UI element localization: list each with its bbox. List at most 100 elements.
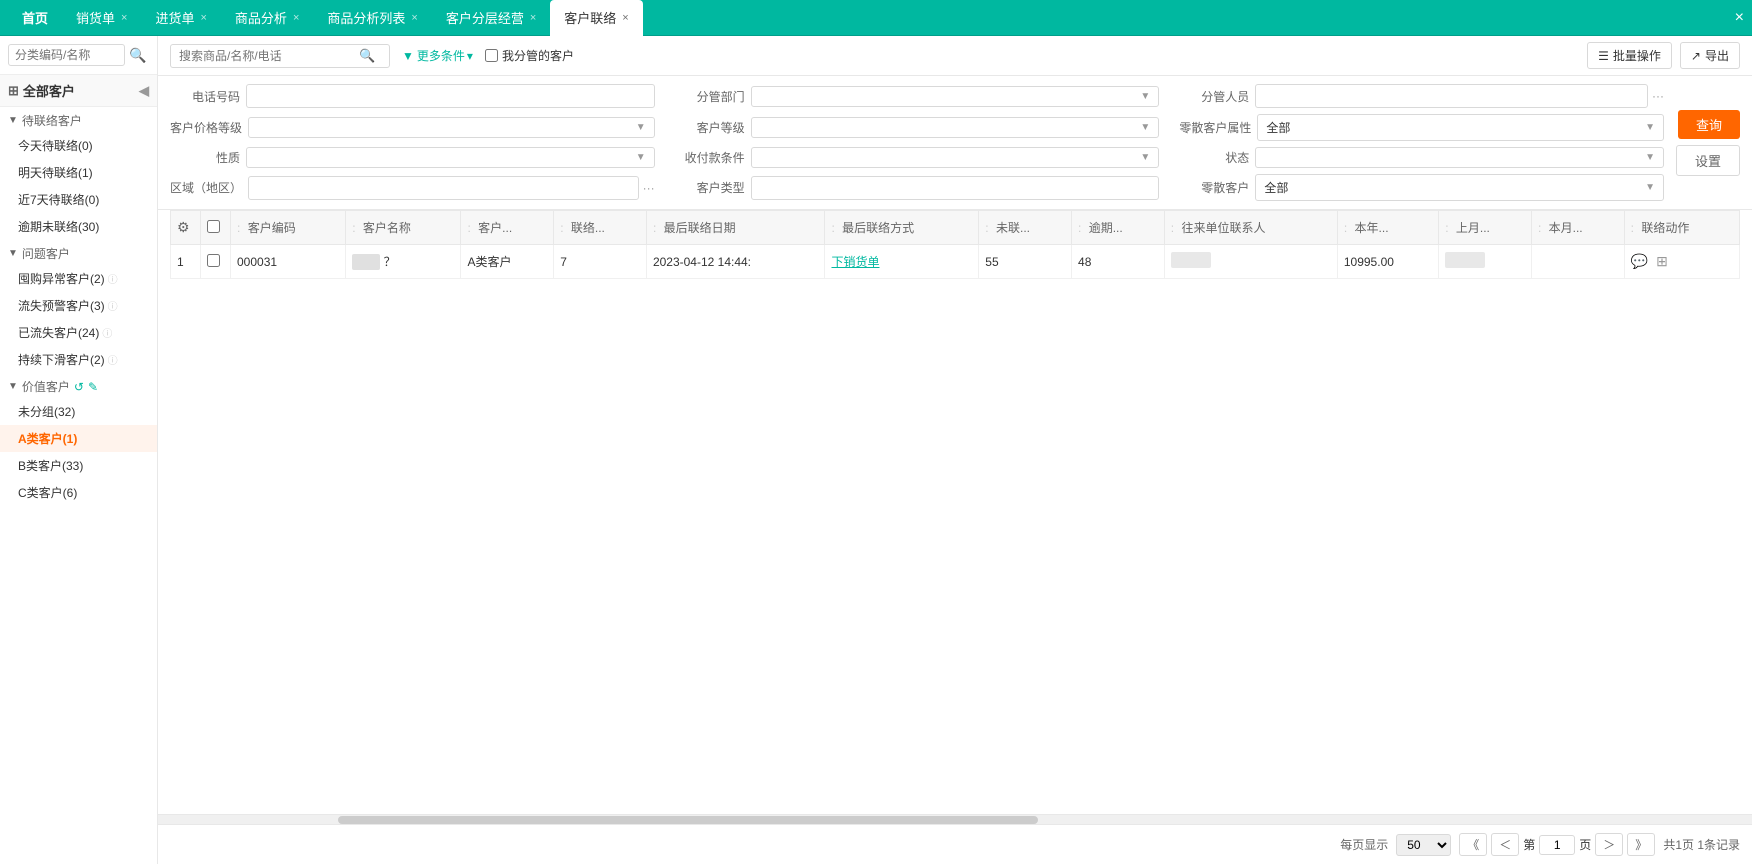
chat-icon[interactable]: 💬 (1631, 253, 1648, 270)
prev-page-button[interactable]: ＜ (1491, 833, 1519, 856)
sidebar-item-abnormal[interactable]: 囤购异常客户(2) ⓘ (0, 265, 157, 292)
my-customer-check[interactable] (485, 49, 498, 62)
manager-label: 分管人员 (1179, 88, 1249, 105)
export-button[interactable]: ↗ 导出 (1680, 42, 1740, 69)
next-page-button[interactable]: ＞ (1595, 833, 1623, 856)
info-icon: ⓘ (108, 352, 118, 367)
cell-index: 1 (171, 245, 201, 279)
tab-customer-segment[interactable]: 客户分层经营 × (432, 0, 550, 36)
arrow-icon: ▼ (8, 248, 18, 259)
tab-product-analysis-list[interactable]: 商品分析列表 × (313, 0, 431, 36)
page-unit: 页 (1579, 836, 1591, 853)
info-icon: ⓘ (108, 271, 118, 286)
sidebar-item-unclassified[interactable]: 未分组(32) (0, 398, 157, 425)
arrow-icon: ▼ (8, 115, 18, 126)
dots-icon[interactable]: ··· (1652, 89, 1664, 103)
refresh-icon[interactable]: ↺ (74, 380, 84, 394)
price-grade-label: 客户价格等级 (170, 119, 242, 136)
sidebar-item-churned[interactable]: 已流失客户(24) ⓘ (0, 319, 157, 346)
tab-home[interactable]: 首页 (8, 0, 62, 36)
sidebar-item-overdue[interactable]: 逾期未联络(30) (0, 213, 157, 240)
search-input[interactable] (179, 49, 359, 63)
filter-rows-wrap: 电话号码 分管部门 ▼ 分管人员 (170, 84, 1740, 201)
more-filter-button[interactable]: ▼ 更多条件 ▾ (402, 47, 473, 64)
chevron-down-icon: ▼ (636, 122, 646, 133)
payment-select[interactable]: ▼ (751, 147, 1160, 168)
col-last-way: : 最后联络方式 (825, 211, 979, 245)
sidebar-item-7days[interactable]: 近7天待联络(0) (0, 186, 157, 213)
field-dept: 分管部门 ▼ (675, 86, 1160, 107)
scrollbar-thumb[interactable] (338, 816, 1038, 824)
status-select[interactable]: ▼ (1255, 147, 1664, 168)
close-icon[interactable]: × (293, 12, 299, 24)
sidebar-search-input[interactable] (8, 44, 125, 66)
scattered-customer-select[interactable]: 全部 ▼ (1255, 174, 1664, 201)
set-button[interactable]: 设置 (1676, 145, 1740, 176)
tab-product-analysis[interactable]: 商品分析 × (221, 0, 313, 36)
close-icon[interactable]: × (530, 12, 536, 24)
close-icon[interactable]: × (200, 12, 206, 24)
col-check (201, 211, 231, 245)
close-window-button[interactable]: × (1735, 9, 1744, 27)
cell-code: 000031 (231, 245, 346, 279)
region-input[interactable] (248, 176, 639, 200)
chevron-down-icon: ▼ (1645, 152, 1655, 163)
close-icon[interactable]: × (121, 12, 127, 24)
customer-grade-select[interactable]: ▼ (751, 117, 1160, 138)
row-checkbox[interactable] (207, 254, 220, 267)
main-layout: 🔍 ⊞ 全部客户 ◀ ▼ 待联络客户 今天待联络(0) 明天待联络(1) 近7天… (0, 36, 1752, 864)
sidebar-item-declining[interactable]: 持续下滑客户(2) ⓘ (0, 346, 157, 373)
customer-type-input[interactable] (751, 176, 1160, 200)
gear-icon[interactable]: ⚙ (177, 219, 190, 235)
sidebar-item-b-class[interactable]: B类客户(33) (0, 452, 157, 479)
field-phone: 电话号码 (170, 84, 655, 108)
select-all-checkbox[interactable] (207, 220, 220, 233)
chevron-down-icon: ▼ (636, 152, 646, 163)
edit-icon[interactable]: ✎ (88, 380, 98, 394)
last-page-button[interactable]: 》 (1627, 833, 1655, 856)
close-icon[interactable]: × (411, 12, 417, 24)
sidebar-group-value[interactable]: ▼ 价值客户 ↺ ✎ (0, 373, 157, 398)
dots-icon[interactable]: ··· (643, 181, 655, 195)
sidebar: 🔍 ⊞ 全部客户 ◀ ▼ 待联络客户 今天待联络(0) 明天待联络(1) 近7天… (0, 36, 158, 864)
sidebar-item-today[interactable]: 今天待联络(0) (0, 132, 157, 159)
last-way-link[interactable]: 下销货单 (831, 255, 879, 269)
sidebar-group-problem[interactable]: ▼ 问题客户 (0, 240, 157, 265)
qr-icon[interactable]: ⊞ (1656, 253, 1668, 270)
page-navigation: 《 ＜ 第 页 ＞ 》 (1459, 833, 1655, 856)
sidebar-group-pending[interactable]: ▼ 待联络客户 (0, 107, 157, 132)
customer-table: ⚙ : 客户编码 : 客户名称 (170, 210, 1740, 279)
collapse-icon[interactable]: ◀ (139, 83, 149, 99)
page-size-select[interactable]: 50 20 100 (1396, 834, 1451, 856)
query-button[interactable]: 查询 (1678, 110, 1740, 139)
batch-operation-button[interactable]: ☰ 批量操作 (1587, 42, 1672, 69)
sidebar-search-icon[interactable]: 🔍 (129, 47, 146, 64)
sidebar-item-churn-warning[interactable]: 流失预警客户(3) ⓘ (0, 292, 157, 319)
payment-label: 收付款条件 (675, 149, 745, 166)
sidebar-item-tomorrow[interactable]: 明天待联络(1) (0, 159, 157, 186)
region-label: 区域（地区） (170, 179, 242, 196)
chevron-down-icon: ▼ (1140, 91, 1150, 102)
horizontal-scrollbar[interactable] (158, 814, 1752, 824)
tab-sales-order[interactable]: 销货单 × (62, 0, 141, 36)
tab-customer-contact[interactable]: 客户联络 × (550, 0, 642, 36)
search-box: 🔍 (170, 44, 390, 68)
tab-purchase-order[interactable]: 进货单 × (141, 0, 220, 36)
my-customer-checkbox[interactable]: 我分管的客户 (485, 47, 574, 64)
phone-input[interactable] (246, 84, 655, 108)
first-page-button[interactable]: 《 (1459, 833, 1487, 856)
field-region: 区域（地区） ··· (170, 176, 655, 200)
scattered-attr-select[interactable]: 全部 ▼ (1257, 114, 1664, 141)
page-number-input[interactable] (1539, 835, 1575, 855)
search-icon[interactable]: 🔍 (359, 48, 375, 64)
field-manager: 分管人员 ··· (1179, 84, 1664, 108)
price-grade-select[interactable]: ▼ (248, 117, 655, 138)
dept-select[interactable]: ▼ (751, 86, 1160, 107)
sidebar-item-a-class[interactable]: A类客户(1) (0, 425, 157, 452)
sidebar-item-c-class[interactable]: C类客户(6) (0, 479, 157, 506)
close-icon[interactable]: × (622, 12, 628, 24)
table-header-row: ⚙ : 客户编码 : 客户名称 (171, 211, 1740, 245)
cell-contact-count: 7 (554, 245, 647, 279)
nature-select[interactable]: ▼ (246, 147, 655, 168)
manager-input[interactable] (1255, 84, 1648, 108)
